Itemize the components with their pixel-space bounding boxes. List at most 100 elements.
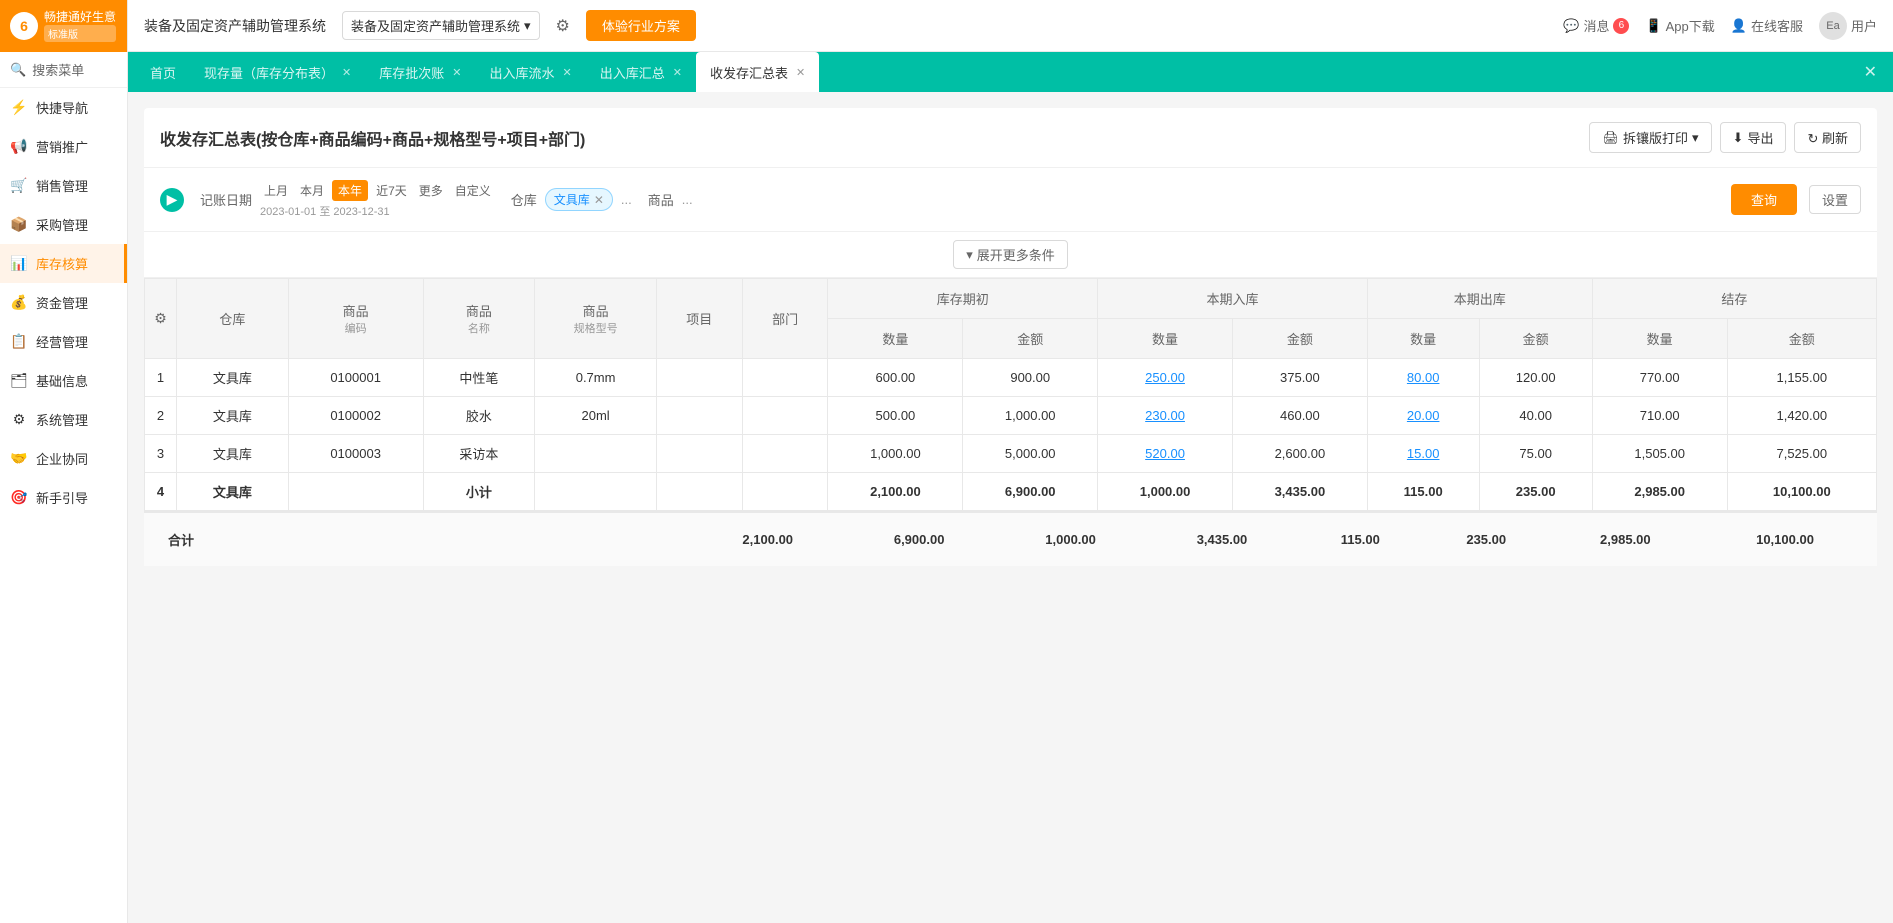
export-button[interactable]: ⬇ 导出 bbox=[1720, 122, 1787, 153]
col-project-header: 项目 bbox=[656, 279, 742, 359]
system-selector[interactable]: 装备及固定资产辅助管理系统 ▾ bbox=[342, 11, 540, 40]
product-filter-more[interactable]: ... bbox=[682, 192, 693, 207]
tab-bar-close-all[interactable]: ✕ bbox=[1856, 62, 1885, 82]
row-in-qty-link[interactable]: 230.00 bbox=[1145, 408, 1185, 423]
row-seq: 2 bbox=[145, 397, 177, 435]
date-btn-7days[interactable]: 近7天 bbox=[372, 180, 411, 201]
tab-inout-summary[interactable]: 出入库汇总 ✕ bbox=[586, 52, 696, 92]
warehouse-tag-close[interactable]: ✕ bbox=[594, 193, 604, 207]
row-bal-qty: 770.00 bbox=[1592, 359, 1727, 397]
date-btn-this-year[interactable]: 本年 bbox=[332, 180, 368, 201]
settings-icon[interactable]: ⚙ bbox=[556, 16, 570, 36]
row-in-qty[interactable]: 250.00 bbox=[1098, 359, 1233, 397]
footer-in-qty: 1,000.00 bbox=[995, 523, 1146, 556]
search-icon: 🔍 bbox=[10, 62, 26, 78]
sidebar-item-quick-nav[interactable]: ⚡ 快捷导航 bbox=[0, 88, 127, 127]
tab-stock-dist-close[interactable]: ✕ bbox=[342, 66, 351, 79]
tab-inout-summary-close[interactable]: ✕ bbox=[673, 66, 682, 79]
sidebar-item-enterprise[interactable]: 🤝 企业协同 bbox=[0, 439, 127, 478]
sidebar-item-finance[interactable]: 💰 资金管理 bbox=[0, 283, 127, 322]
set-button[interactable]: 设置 bbox=[1809, 185, 1861, 214]
app-download-button[interactable]: 📱 App下载 bbox=[1645, 16, 1714, 35]
row-out-qty[interactable]: 80.00 bbox=[1367, 359, 1479, 397]
table-row: 4文具库小计2,100.006,900.001,000.003,435.0011… bbox=[145, 473, 1877, 511]
sidebar-item-sales[interactable]: 🛒 销售管理 bbox=[0, 166, 127, 205]
date-btn-last-month[interactable]: 上月 bbox=[260, 180, 292, 201]
row-spec bbox=[535, 435, 657, 473]
service-icon: 👤 bbox=[1731, 18, 1747, 34]
warehouse-tag[interactable]: 文具库 ✕ bbox=[545, 188, 613, 211]
print-button[interactable]: 🖨 拆镶版打印 ▾ bbox=[1589, 122, 1711, 153]
sales-icon: 🛒 bbox=[10, 177, 28, 195]
date-btn-custom[interactable]: 自定义 bbox=[451, 180, 495, 201]
tab-batch[interactable]: 库存批次账 ✕ bbox=[365, 52, 475, 92]
expand-more-button[interactable]: ▾ 展开更多条件 bbox=[953, 240, 1068, 269]
tab-batch-close[interactable]: ✕ bbox=[452, 66, 461, 79]
col-settings-header[interactable]: ⚙ bbox=[145, 279, 177, 359]
system-title: 装备及固定资产辅助管理系统 bbox=[144, 16, 326, 36]
row-spec: 20ml bbox=[535, 397, 657, 435]
app-download-label: App下载 bbox=[1666, 16, 1715, 35]
sidebar-item-marketing[interactable]: 📢 营销推广 bbox=[0, 127, 127, 166]
sidebar-item-purchase[interactable]: 📦 采购管理 bbox=[0, 205, 127, 244]
row-warehouse: 文具库 bbox=[177, 473, 289, 511]
tab-home[interactable]: 首页 bbox=[136, 52, 190, 92]
date-btn-this-month[interactable]: 本月 bbox=[296, 180, 328, 201]
row-warehouse: 文具库 bbox=[177, 359, 289, 397]
tab-inout-flow-close[interactable]: ✕ bbox=[563, 66, 572, 79]
sidebar-item-guide[interactable]: 🎯 新手引导 bbox=[0, 478, 127, 517]
table-row: 3文具库0100003采访本1,000.005,000.00520.002,60… bbox=[145, 435, 1877, 473]
filter-right: 查询 设置 bbox=[1731, 184, 1861, 215]
marketing-icon: 📢 bbox=[10, 138, 28, 156]
col-spec-header: 商品规格型号 bbox=[535, 279, 657, 359]
product-filter-section: 商品 ... bbox=[648, 190, 693, 209]
row-dept bbox=[742, 435, 828, 473]
col-code-header: 商品编码 bbox=[288, 279, 423, 359]
row-initial-qty: 500.00 bbox=[828, 397, 963, 435]
tab-inout-flow[interactable]: 出入库流水 ✕ bbox=[475, 52, 585, 92]
search-menu[interactable]: 🔍 搜索菜单 bbox=[0, 52, 127, 88]
warehouse-filter-label: 仓库 bbox=[511, 190, 537, 209]
sidebar-item-operations[interactable]: 📋 经营管理 bbox=[0, 322, 127, 361]
date-filter-label: 记账日期 bbox=[200, 190, 252, 209]
row-out-qty[interactable]: 20.00 bbox=[1367, 397, 1479, 435]
sidebar-item-label: 销售管理 bbox=[36, 176, 88, 195]
user-menu[interactable]: Ea 用户 bbox=[1819, 12, 1877, 40]
footer-initial-amt: 6,900.00 bbox=[843, 523, 994, 556]
row-code bbox=[288, 473, 423, 511]
row-out-qty-link[interactable]: 80.00 bbox=[1407, 370, 1440, 385]
row-in-amt: 3,435.00 bbox=[1232, 473, 1367, 511]
row-out-qty-link[interactable]: 20.00 bbox=[1407, 408, 1440, 423]
refresh-button[interactable]: ↻ 刷新 bbox=[1794, 122, 1861, 153]
date-btn-more[interactable]: 更多 bbox=[415, 180, 447, 201]
row-in-qty[interactable]: 520.00 bbox=[1098, 435, 1233, 473]
table-settings-icon[interactable]: ⚙ bbox=[154, 310, 167, 326]
row-out-qty[interactable]: 15.00 bbox=[1367, 435, 1479, 473]
sidebar-item-system[interactable]: ⚙ 系统管理 bbox=[0, 400, 127, 439]
col-initial-amt-header: 金额 bbox=[963, 319, 1098, 359]
filter-expand-button[interactable]: ▶ bbox=[160, 188, 184, 212]
row-dept bbox=[742, 359, 828, 397]
purchase-icon: 📦 bbox=[10, 216, 28, 234]
message-button[interactable]: 💬 消息 6 bbox=[1563, 16, 1629, 35]
table-row: 1文具库0100001中性笔0.7mm600.00900.00250.00375… bbox=[145, 359, 1877, 397]
warehouse-filter-more[interactable]: ... bbox=[621, 192, 632, 207]
row-in-qty-link[interactable]: 250.00 bbox=[1145, 370, 1185, 385]
try-button[interactable]: 体验行业方案 bbox=[586, 10, 696, 41]
row-initial-qty: 2,100.00 bbox=[828, 473, 963, 511]
sidebar-item-inventory[interactable]: 📊 库存核算 bbox=[0, 244, 127, 283]
row-in-qty[interactable]: 230.00 bbox=[1098, 397, 1233, 435]
query-button[interactable]: 查询 bbox=[1731, 184, 1797, 215]
tab-stock-dist[interactable]: 现存量（库存分布表） ✕ bbox=[190, 52, 365, 92]
tab-receive-summary-close[interactable]: ✕ bbox=[796, 66, 805, 79]
col-warehouse-header: 仓库 bbox=[177, 279, 289, 359]
sidebar-item-basic[interactable]: 🗂 基础信息 bbox=[0, 361, 127, 400]
online-service-button[interactable]: 👤 在线客服 bbox=[1731, 16, 1803, 35]
footer-in-amt: 3,435.00 bbox=[1146, 523, 1297, 556]
sidebar-item-label: 采购管理 bbox=[36, 215, 88, 234]
refresh-icon: ↻ bbox=[1807, 131, 1818, 146]
operations-icon: 📋 bbox=[10, 333, 28, 351]
row-out-qty-link[interactable]: 15.00 bbox=[1407, 446, 1440, 461]
tab-receive-summary[interactable]: 收发存汇总表 ✕ bbox=[696, 52, 819, 92]
row-in-qty-link[interactable]: 520.00 bbox=[1145, 446, 1185, 461]
